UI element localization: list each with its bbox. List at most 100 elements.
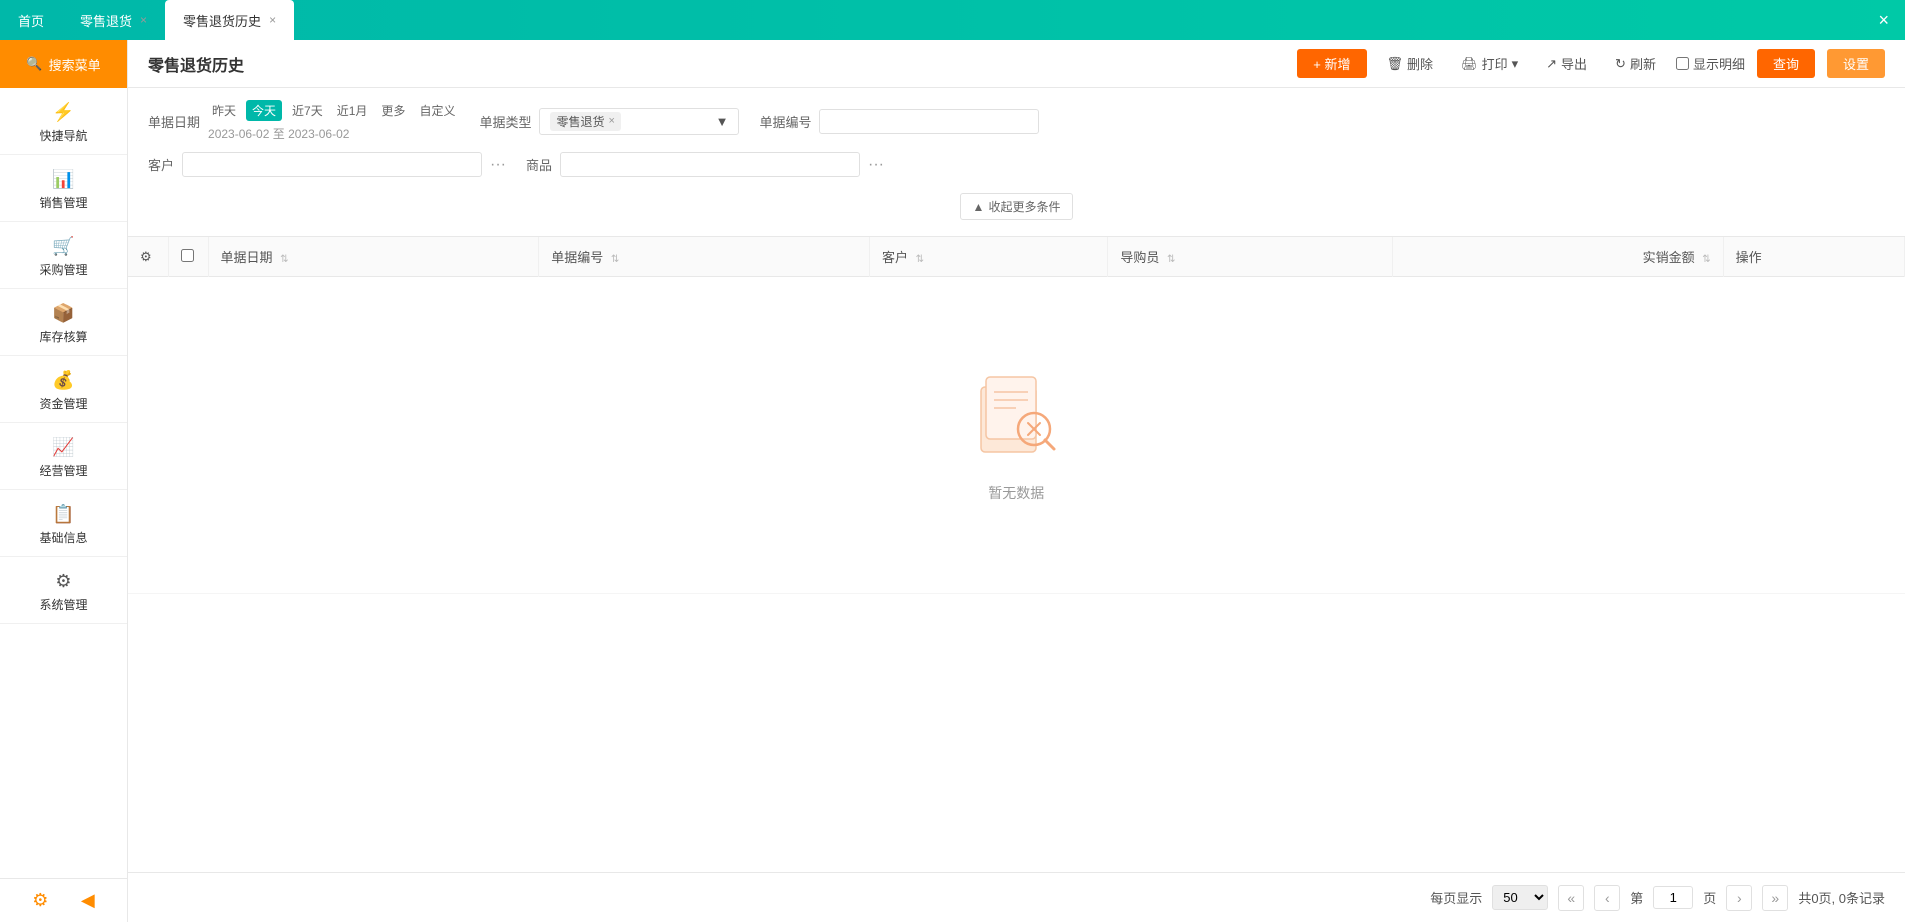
shortcut-1month[interactable]: 近1月: [333, 100, 372, 121]
print-arrow-icon: ▾: [1512, 56, 1519, 72]
sidebar-item-sales-mgmt[interactable]: 📊 销售管理: [0, 155, 127, 222]
sort-customer-icon[interactable]: ⇅: [916, 254, 924, 265]
top-bar: 首页 零售退货 × 零售退货历史 × ×: [0, 0, 1905, 40]
sidebar-item-label: 经营管理: [39, 462, 87, 479]
system-icon: ⚙: [55, 571, 71, 592]
add-button[interactable]: + 新增: [1297, 49, 1366, 78]
sidebar-item-basic-info[interactable]: 📋 基础信息: [0, 490, 127, 557]
filter-area: 单据日期 昨天 今天 近7天 近1月 更多 自定义 2023-06-02 至 2…: [128, 88, 1905, 237]
empty-state: 暂无数据: [140, 287, 1893, 583]
empty-row: 暂无数据: [128, 277, 1905, 594]
date-range-value: 2023-06-02 至 2023-06-02: [208, 125, 459, 142]
date-shortcuts: 昨天 今天 近7天 近1月 更多 自定义 2023-06-02 至 2023-0…: [208, 100, 459, 142]
basic-info-icon: 📋: [52, 504, 74, 525]
shortcut-custom[interactable]: 自定义: [415, 100, 459, 121]
tab-retail-return[interactable]: 零售退货 ×: [62, 0, 165, 40]
sort-amount-icon[interactable]: ⇅: [1702, 254, 1710, 265]
shortcut-yesterday[interactable]: 昨天: [208, 100, 240, 121]
sidebar-item-label: 库存核算: [39, 328, 87, 345]
tab-home[interactable]: 首页: [0, 0, 62, 40]
delete-button[interactable]: 🗑 删除: [1379, 50, 1442, 77]
goods-picker-icon[interactable]: ···: [868, 156, 884, 174]
sort-date-icon[interactable]: ⇅: [280, 254, 288, 265]
search-icon: 🔍: [26, 56, 42, 72]
next-page-button[interactable]: ›: [1726, 885, 1752, 911]
customer-picker-icon[interactable]: ···: [490, 156, 506, 174]
date-shortcut-row: 昨天 今天 近7天 近1月 更多 自定义: [208, 100, 459, 121]
page-size-label: 每页显示: [1430, 888, 1482, 907]
page-number-input[interactable]: [1653, 886, 1693, 909]
col-code[interactable]: 单据编号 ⇅: [539, 237, 870, 277]
finance-icon: 💰: [52, 370, 74, 391]
sidebar-search[interactable]: 🔍 搜索菜单: [0, 40, 127, 88]
last-page-button[interactable]: »: [1762, 885, 1788, 911]
col-amount[interactable]: 实销金额 ⇅: [1392, 237, 1723, 277]
top-bar-right: ×: [1878, 10, 1905, 31]
sidebar-item-purchase-mgmt[interactable]: 🛒 采购管理: [0, 222, 127, 289]
settings-bottom-icon[interactable]: ⚙: [32, 890, 48, 911]
table-settings-col[interactable]: ⚙: [128, 237, 168, 277]
shortcut-7days[interactable]: 近7天: [288, 100, 327, 121]
display-toggle[interactable]: 显示明细: [1676, 54, 1745, 73]
settings-button[interactable]: 设置: [1827, 49, 1885, 78]
tab-retail-return-history-label: 零售退货历史: [183, 11, 261, 30]
table-header: ⚙ 单据日期 ⇅ 单据编号 ⇅: [128, 237, 1905, 277]
refresh-label: 刷新: [1630, 54, 1656, 73]
sidebar-item-system-mgmt[interactable]: ⚙ 系统管理: [0, 557, 127, 624]
quick-nav-icon: ⚡: [52, 102, 74, 123]
shortcut-more[interactable]: 更多: [377, 100, 409, 121]
collapse-icon: ▲: [973, 200, 985, 214]
empty-cell: 暂无数据: [128, 277, 1905, 594]
delete-label: 删除: [1407, 54, 1433, 73]
collapse-sidebar-icon[interactable]: ◀: [81, 890, 95, 911]
type-tag: 零售退货 ×: [550, 112, 620, 131]
total-info: 共0页, 0条记录: [1798, 888, 1885, 907]
select-all-checkbox[interactable]: [181, 249, 194, 262]
table-settings-icon[interactable]: ⚙: [140, 249, 152, 264]
col-action: 操作: [1723, 237, 1904, 277]
export-button[interactable]: ↗ 导出: [1538, 50, 1595, 77]
page-size-select[interactable]: 50 100 200: [1492, 885, 1548, 910]
refresh-button[interactable]: ↻ 刷新: [1607, 50, 1664, 77]
tab-retail-return-history-close[interactable]: ×: [269, 13, 276, 27]
window-close-button[interactable]: ×: [1878, 10, 1889, 31]
sidebar-item-label: 销售管理: [39, 194, 87, 211]
tab-retail-return-history[interactable]: 零售退货历史 ×: [165, 0, 294, 40]
table-checkbox-col[interactable]: [168, 237, 208, 277]
main-content: 零售退货历史 + 新增 🗑 删除 🖨 打印 ▾ ↗ 导出 ↻: [128, 40, 1905, 922]
query-button[interactable]: 查询: [1757, 49, 1815, 78]
goods-input[interactable]: [560, 152, 860, 177]
sidebar-item-quick-nav[interactable]: ⚡ 快捷导航: [0, 88, 127, 155]
col-code-label: 单据编号: [551, 250, 603, 265]
sort-guide-icon[interactable]: ⇅: [1167, 254, 1175, 265]
type-filter: 单据类型 零售退货 × ▼: [479, 108, 739, 135]
tab-bar: 首页 零售退货 × 零售退货历史 ×: [0, 0, 1878, 40]
sidebar-item-inventory[interactable]: 📦 库存核算: [0, 289, 127, 356]
tab-retail-return-close[interactable]: ×: [140, 13, 147, 27]
sidebar-item-finance[interactable]: 💰 资金管理: [0, 356, 127, 423]
collapse-button[interactable]: ▲ 收起更多条件: [960, 193, 1074, 220]
col-customer[interactable]: 客户 ⇅: [870, 237, 1108, 277]
tab-home-label: 首页: [18, 11, 44, 30]
voucher-filter-label: 单据编号: [759, 112, 811, 131]
empty-text: 暂无数据: [988, 483, 1044, 503]
tab-retail-return-label: 零售退货: [80, 11, 132, 30]
sidebar: 🔍 搜索菜单 ⚡ 快捷导航 📊 销售管理 🛒 采购管理 📦 库存核算 💰: [0, 40, 128, 922]
customer-input[interactable]: [182, 152, 482, 177]
shortcut-today[interactable]: 今天: [246, 100, 282, 121]
sidebar-item-operations[interactable]: 📈 经营管理: [0, 423, 127, 490]
type-selector[interactable]: 零售退货 × ▼: [539, 108, 739, 135]
type-tag-close-icon[interactable]: ×: [608, 115, 614, 127]
display-toggle-checkbox[interactable]: [1676, 57, 1689, 70]
export-icon: ↗: [1546, 56, 1557, 72]
col-date[interactable]: 单据日期 ⇅: [208, 237, 539, 277]
sort-code-icon[interactable]: ⇅: [611, 254, 619, 265]
prev-page-button[interactable]: ‹: [1594, 885, 1620, 911]
col-guide[interactable]: 导购员 ⇅: [1108, 237, 1393, 277]
display-toggle-label: 显示明细: [1693, 54, 1745, 73]
sales-icon: 📊: [52, 169, 74, 190]
print-button[interactable]: 🖨 打印 ▾: [1453, 50, 1526, 77]
first-page-button[interactable]: «: [1558, 885, 1584, 911]
date-filter: 单据日期 昨天 今天 近7天 近1月 更多 自定义 2023-06-02 至 2…: [148, 100, 459, 142]
voucher-input[interactable]: [819, 109, 1039, 134]
